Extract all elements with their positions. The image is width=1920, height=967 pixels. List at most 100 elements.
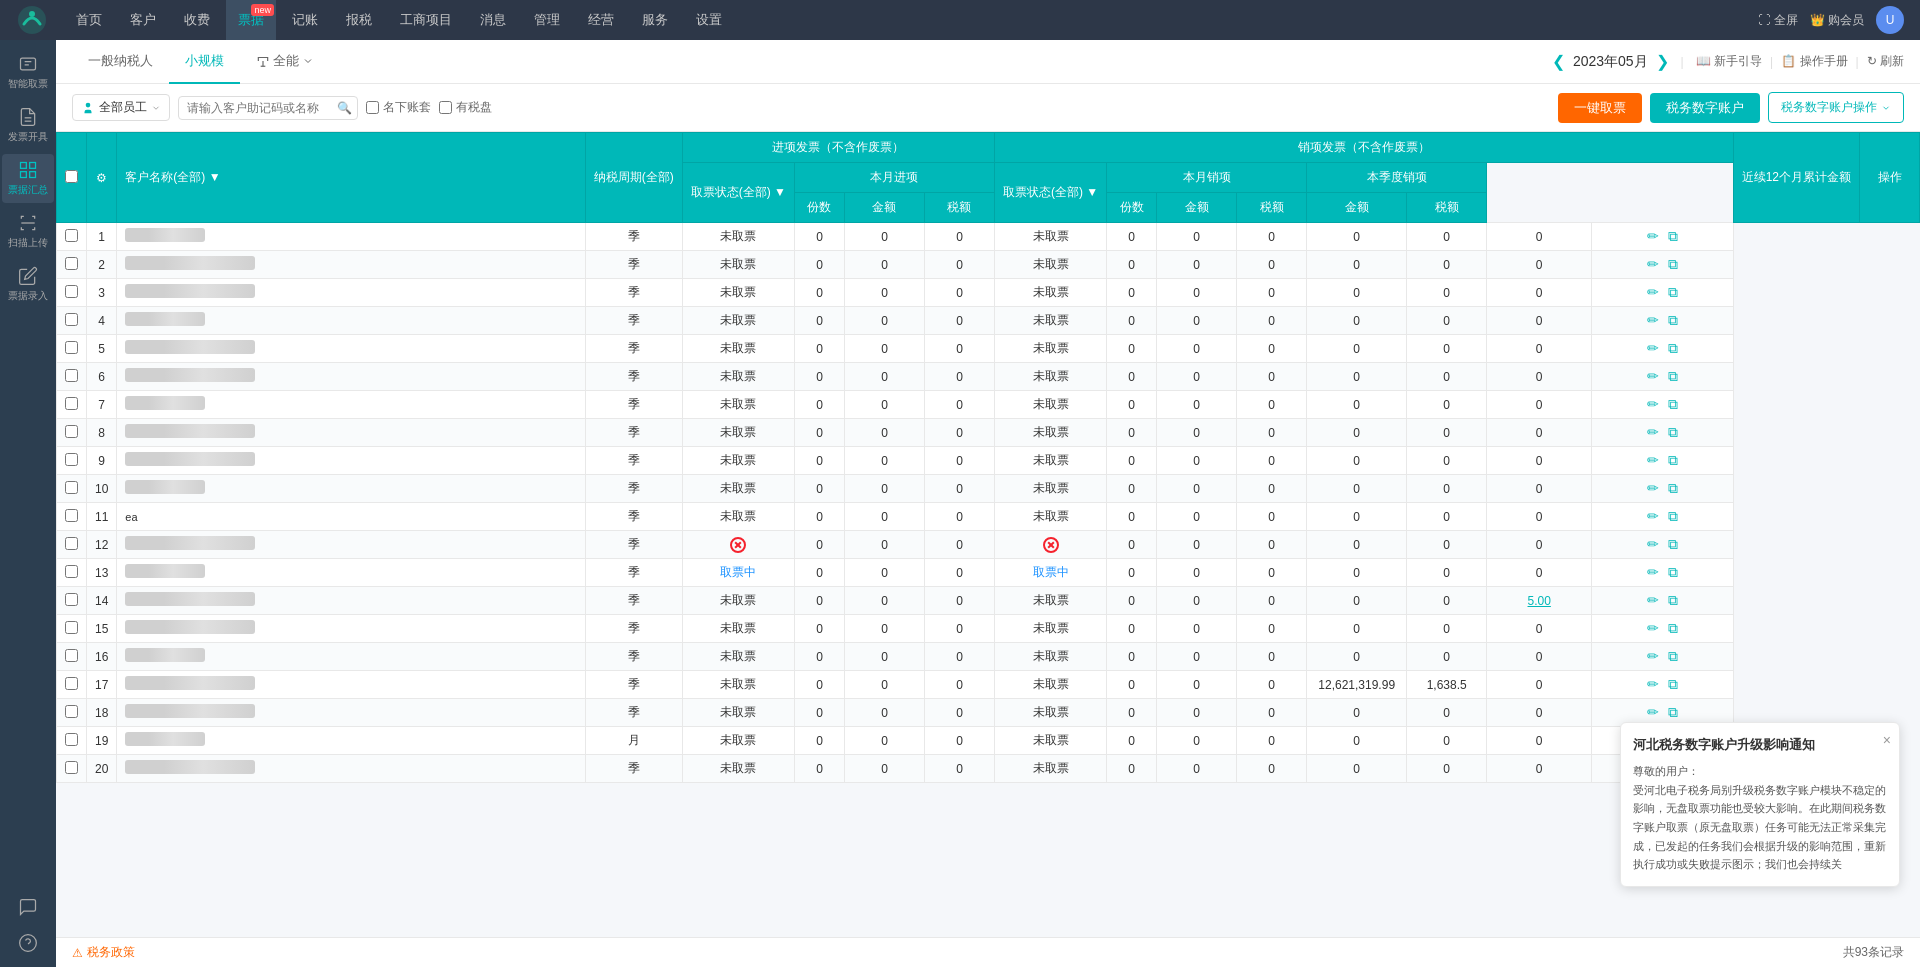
- sidebar-item-summary[interactable]: 票据汇总: [2, 154, 54, 203]
- edit-action-btn[interactable]: ✏: [1644, 228, 1662, 244]
- edit-action-btn[interactable]: ✏: [1644, 676, 1662, 692]
- row-checkbox[interactable]: [65, 229, 78, 242]
- edit-action-btn[interactable]: ✏: [1644, 368, 1662, 384]
- row-checkbox[interactable]: [65, 285, 78, 298]
- nav-business[interactable]: 工商项目: [388, 0, 464, 40]
- nav-operation[interactable]: 经营: [576, 0, 626, 40]
- copy-action-btn[interactable]: ⧉: [1665, 452, 1681, 468]
- nav-message[interactable]: 消息: [468, 0, 518, 40]
- row-checkbox[interactable]: [65, 593, 78, 606]
- copy-action-btn[interactable]: ⧉: [1665, 620, 1681, 636]
- edit-action-btn[interactable]: ✏: [1644, 592, 1662, 608]
- th-fetch-in[interactable]: 取票状态(全部) ▼: [682, 163, 794, 223]
- sidebar-item-help[interactable]: [2, 927, 54, 959]
- row-checkbox[interactable]: [65, 649, 78, 662]
- sidebar-item-chat[interactable]: [2, 891, 54, 923]
- tax-policy-link[interactable]: ⚠ 税务政策: [72, 944, 135, 961]
- tab-small-scale[interactable]: 小规模: [169, 40, 240, 84]
- copy-action-btn[interactable]: ⧉: [1665, 508, 1681, 524]
- row-checkbox[interactable]: [65, 621, 78, 634]
- notify-close-btn[interactable]: ×: [1883, 729, 1891, 751]
- tab-all-capable[interactable]: 全能: [240, 40, 330, 84]
- row-checkbox[interactable]: [65, 733, 78, 746]
- nav-home[interactable]: 首页: [64, 0, 114, 40]
- checkbox-myaccounts[interactable]: 名下账套: [366, 99, 431, 116]
- copy-action-btn[interactable]: ⧉: [1665, 564, 1681, 580]
- edit-action-btn[interactable]: ✏: [1644, 480, 1662, 496]
- nav-fee[interactable]: 收费: [172, 0, 222, 40]
- row-checkbox[interactable]: [65, 369, 78, 382]
- sidebar-item-scan[interactable]: 扫描上传: [2, 207, 54, 256]
- edit-action-btn[interactable]: ✏: [1644, 256, 1662, 272]
- nav-customer[interactable]: 客户: [118, 0, 168, 40]
- copy-action-btn[interactable]: ⧉: [1665, 368, 1681, 384]
- copy-action-btn[interactable]: ⧉: [1665, 228, 1681, 244]
- edit-action-btn[interactable]: ✏: [1644, 452, 1662, 468]
- row-checkbox[interactable]: [65, 341, 78, 354]
- logo-icon[interactable]: [16, 4, 48, 36]
- one-click-ticket-btn[interactable]: 一键取票: [1558, 93, 1642, 123]
- row-checkbox[interactable]: [65, 677, 78, 690]
- copy-action-btn[interactable]: ⧉: [1665, 704, 1681, 720]
- copy-action-btn[interactable]: ⧉: [1665, 536, 1681, 552]
- new-guide-btn[interactable]: 📖 新手引导: [1696, 53, 1762, 70]
- member-btn[interactable]: 👑 购会员: [1810, 12, 1864, 29]
- nav-service[interactable]: 服务: [630, 0, 680, 40]
- employee-select[interactable]: 全部员工: [72, 94, 170, 121]
- sidebar-item-invoice[interactable]: 发票开具: [2, 101, 54, 150]
- copy-action-btn[interactable]: ⧉: [1665, 648, 1681, 664]
- rolling-link[interactable]: 5.00: [1528, 594, 1551, 608]
- th-fetch-out[interactable]: 取票状态(全部) ▼: [994, 163, 1106, 223]
- edit-action-btn[interactable]: ✏: [1644, 536, 1662, 552]
- copy-action-btn[interactable]: ⧉: [1665, 676, 1681, 692]
- refresh-btn[interactable]: ↻ 刷新: [1867, 53, 1904, 70]
- edit-action-btn[interactable]: ✏: [1644, 564, 1662, 580]
- edit-action-btn[interactable]: ✏: [1644, 396, 1662, 412]
- tax-account-ops-btn[interactable]: 税务数字账户操作: [1768, 92, 1904, 123]
- row-checkbox[interactable]: [65, 705, 78, 718]
- th-client-name[interactable]: 客户名称(全部) ▼: [117, 133, 585, 223]
- search-input[interactable]: [178, 96, 358, 120]
- edit-action-btn[interactable]: ✏: [1644, 704, 1662, 720]
- edit-action-btn[interactable]: ✏: [1644, 648, 1662, 664]
- edit-action-btn[interactable]: ✏: [1644, 340, 1662, 356]
- copy-action-btn[interactable]: ⧉: [1665, 284, 1681, 300]
- th-tax-period[interactable]: 纳税周期(全部): [585, 133, 682, 223]
- row-checkbox[interactable]: [65, 481, 78, 494]
- edit-action-btn[interactable]: ✏: [1644, 312, 1662, 328]
- nav-accounting[interactable]: 记账: [280, 0, 330, 40]
- prev-month-btn[interactable]: ❮: [1552, 52, 1565, 71]
- row-checkbox[interactable]: [65, 509, 78, 522]
- row-checkbox[interactable]: [65, 565, 78, 578]
- user-avatar[interactable]: U: [1876, 6, 1904, 34]
- nav-manage[interactable]: 管理: [522, 0, 572, 40]
- row-checkbox[interactable]: [65, 537, 78, 550]
- edit-action-btn[interactable]: ✏: [1644, 284, 1662, 300]
- nav-ticket[interactable]: 票据 new: [226, 0, 276, 40]
- edit-action-btn[interactable]: ✏: [1644, 620, 1662, 636]
- nav-settings[interactable]: 设置: [684, 0, 734, 40]
- edit-action-btn[interactable]: ✏: [1644, 424, 1662, 440]
- nav-tax[interactable]: 报税: [334, 0, 384, 40]
- row-checkbox[interactable]: [65, 761, 78, 774]
- tab-general-taxpayer[interactable]: 一般纳税人: [72, 40, 169, 84]
- copy-action-btn[interactable]: ⧉: [1665, 592, 1681, 608]
- sidebar-item-entry[interactable]: 票据录入: [2, 260, 54, 309]
- copy-action-btn[interactable]: ⧉: [1665, 396, 1681, 412]
- fullscreen-btn[interactable]: ⛶ 全屏: [1758, 12, 1797, 29]
- copy-action-btn[interactable]: ⧉: [1665, 312, 1681, 328]
- row-checkbox[interactable]: [65, 313, 78, 326]
- manual-btn[interactable]: 📋 操作手册: [1781, 53, 1847, 70]
- row-checkbox[interactable]: [65, 397, 78, 410]
- tax-account-btn[interactable]: 税务数字账户: [1650, 93, 1760, 123]
- row-checkbox[interactable]: [65, 257, 78, 270]
- next-month-btn[interactable]: ❯: [1656, 52, 1669, 71]
- checkbox-hastaxdisk[interactable]: 有税盘: [439, 99, 492, 116]
- select-all-checkbox[interactable]: [65, 170, 78, 183]
- copy-action-btn[interactable]: ⧉: [1665, 480, 1681, 496]
- copy-action-btn[interactable]: ⧉: [1665, 340, 1681, 356]
- sidebar-item-smart-ticket[interactable]: 智能取票: [2, 48, 54, 97]
- row-checkbox[interactable]: [65, 425, 78, 438]
- copy-action-btn[interactable]: ⧉: [1665, 256, 1681, 272]
- row-checkbox[interactable]: [65, 453, 78, 466]
